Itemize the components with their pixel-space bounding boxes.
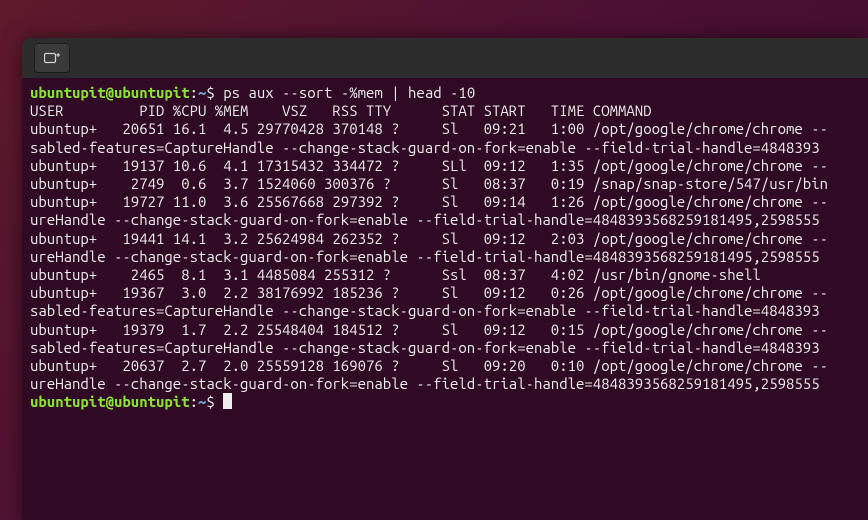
output-line: ubuntup+ 20637 2.7 2.0 25559128 169076 ?…: [30, 357, 828, 374]
output-line: ureHandle --change-stack-guard-on-fork=e…: [30, 211, 820, 228]
new-tab-button[interactable]: [34, 43, 70, 73]
prompt-sep2: $: [206, 393, 223, 410]
output-line: USER PID %CPU %MEM VSZ RSS TTY STAT STAR…: [30, 102, 652, 119]
prompt-user-host: ubuntupit@ubuntupit: [30, 84, 190, 101]
output-line: ubuntup+ 2749 0.6 3.7 1524060 300376 ? S…: [30, 175, 828, 192]
output-line: sabled-features=CaptureHandle --change-s…: [30, 302, 820, 319]
cursor: [223, 393, 232, 409]
prompt-sep1: :: [190, 393, 198, 410]
output-line: ubuntup+ 19137 10.6 4.1 17315432 334472 …: [30, 157, 828, 174]
output-line: sabled-features=CaptureHandle --change-s…: [30, 139, 820, 156]
prompt-user-host: ubuntupit@ubuntupit: [30, 393, 190, 410]
window-titlebar: [22, 38, 868, 78]
output-line: ubuntup+ 2465 8.1 3.1 4485084 255312 ? S…: [30, 266, 761, 283]
output-line: sabled-features=CaptureHandle --change-s…: [30, 339, 820, 356]
new-tab-icon: [44, 51, 60, 65]
output-line: ubuntup+ 19441 14.1 3.2 25624984 262352 …: [30, 230, 828, 247]
output-line: ubuntup+ 19727 11.0 3.6 25567668 297392 …: [30, 193, 828, 210]
output-line: ubuntup+ 19367 3.0 2.2 38176992 185236 ?…: [30, 284, 828, 301]
prompt-sep1: :: [190, 84, 198, 101]
output-line: ubuntup+ 20651 16.1 4.5 29770428 370148 …: [30, 120, 828, 137]
output-line: ureHandle --change-stack-guard-on-fork=e…: [30, 375, 820, 392]
output-line: ureHandle --change-stack-guard-on-fork=e…: [30, 248, 820, 265]
terminal-window: ubuntupit@ubuntupit:~$ ps aux --sort -%m…: [22, 38, 868, 520]
command-text: ps aux --sort -%mem | head -10: [223, 84, 475, 101]
output-line: ubuntup+ 19379 1.7 2.2 25548404 184512 ?…: [30, 321, 828, 338]
prompt-sep2: $: [206, 84, 223, 101]
terminal-output[interactable]: ubuntupit@ubuntupit:~$ ps aux --sort -%m…: [22, 78, 868, 520]
